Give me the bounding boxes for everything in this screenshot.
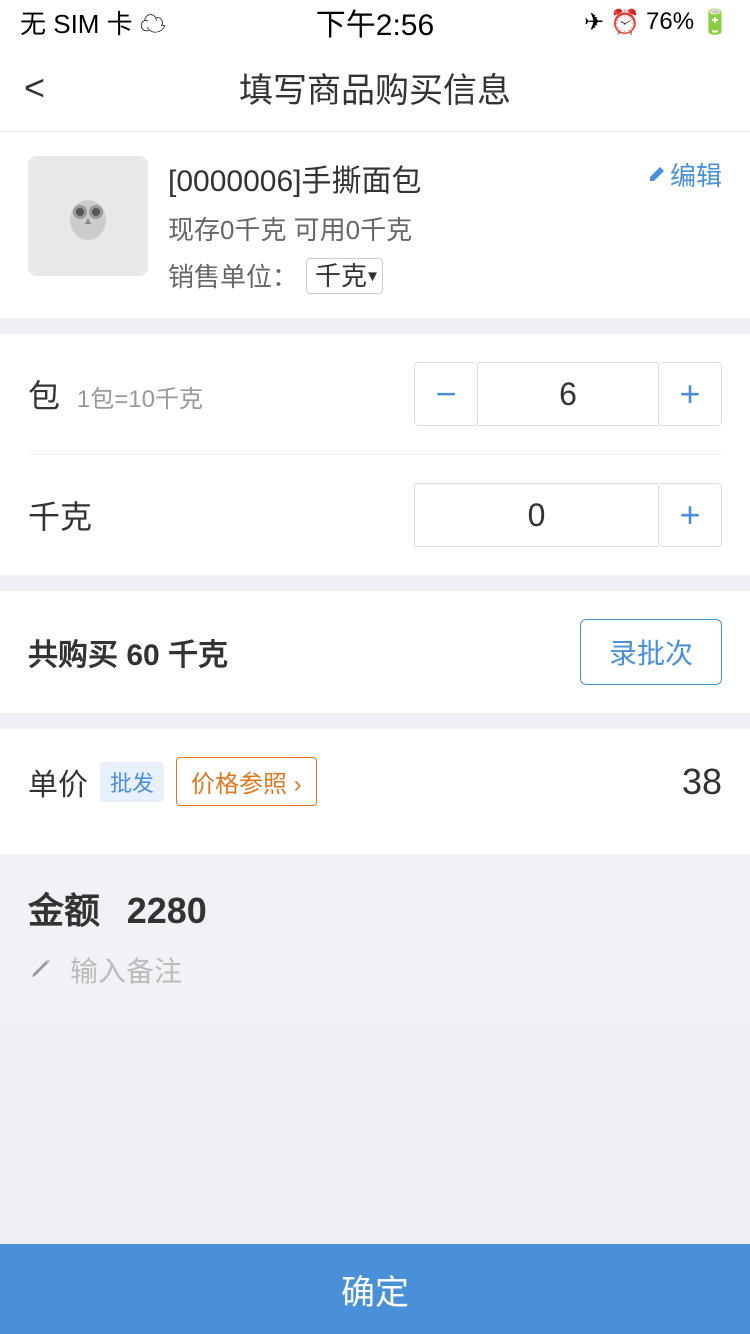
price-row: 单价 批发 价格参照 › 38 (28, 757, 722, 806)
product-stock: 现存0千克 可用0千克 (168, 210, 722, 247)
note-placeholder[interactable]: 输入备注 (70, 950, 182, 990)
nav-bar: < 填写商品购买信息 (0, 44, 750, 132)
quantity-row-kg: 千克 + (28, 455, 722, 575)
amount-value: 2280 (127, 890, 207, 931)
status-bar-time: 下午2:56 (316, 0, 434, 44)
page-title: 填写商品购买信息 (239, 63, 511, 112)
price-label-text: 单价 (28, 760, 88, 804)
price-tag-batch: 批发 (100, 762, 164, 802)
product-image (28, 156, 148, 276)
amount-section: 金额 2280 输入备注 (0, 854, 750, 1018)
note-row[interactable]: 输入备注 (28, 950, 722, 990)
price-section: 单价 批发 价格参照 › 38 (0, 729, 750, 854)
location-icon: ✈ (584, 8, 604, 37)
decrease-bao-button[interactable]: − (414, 362, 478, 426)
unit-label: 销售单位： (168, 257, 298, 294)
edit-icon (646, 165, 666, 185)
amount-label: 金额 2280 (28, 882, 722, 934)
product-card: [0000006]手撕面包 编辑 现存0千克 可用0千克 销售单位： 千克 (0, 132, 750, 318)
owl-logo-icon (58, 186, 118, 246)
increase-kg-button[interactable]: + (658, 483, 722, 547)
quantity-section: 包 1包=10千克 − + 千克 + (0, 334, 750, 575)
price-value: 38 (682, 761, 722, 803)
qty-controls-kg: + (414, 483, 722, 547)
price-ref-button[interactable]: 价格参照 › (176, 757, 317, 806)
total-section: 共购买 60 千克 录批次 (0, 591, 750, 713)
total-suffix: 千克 (168, 639, 228, 672)
product-name: [0000006]手撕面包 (168, 156, 421, 200)
no-sim-label: 无 SIM 卡 ☁ (20, 4, 166, 41)
batch-button[interactable]: 录批次 (580, 619, 722, 685)
battery-icon: 🔋 (700, 8, 730, 37)
qty-label-kg: 千克 (28, 492, 414, 538)
total-prefix: 共购买 (28, 639, 118, 672)
confirm-button[interactable]: 确定 (0, 1244, 750, 1334)
alarm-icon: ⏰ (610, 8, 640, 37)
note-pencil-icon (28, 955, 58, 985)
total-text: 共购买 60 千克 (28, 630, 228, 674)
product-info: [0000006]手撕面包 编辑 现存0千克 可用0千克 销售单位： 千克 (168, 156, 722, 294)
unit-select[interactable]: 千克 (306, 258, 383, 294)
status-bar-right: ✈ ⏰ 76% 🔋 (584, 8, 730, 37)
back-button[interactable]: < (24, 67, 45, 109)
status-bar-left: 无 SIM 卡 ☁ (20, 4, 166, 41)
qty-input-bao[interactable] (478, 362, 658, 426)
unit-select-wrapper[interactable]: 千克 (298, 258, 383, 294)
qty-sublabel-bao: 1包=10千克 (77, 386, 203, 413)
price-label: 单价 批发 价格参照 › (28, 757, 317, 806)
qty-controls-bao: − + (414, 362, 722, 426)
amount-label-text: 金额 (28, 890, 100, 931)
qty-input-kg[interactable] (414, 483, 658, 547)
total-amount: 60 (126, 639, 159, 672)
product-unit-row: 销售单位： 千克 (168, 257, 722, 294)
qty-label-bao: 包 1包=10千克 (28, 371, 414, 417)
status-bar: 无 SIM 卡 ☁ 下午2:56 ✈ ⏰ 76% 🔋 (0, 0, 750, 44)
quantity-row-bao: 包 1包=10千克 − + (28, 334, 722, 455)
increase-bao-button[interactable]: + (658, 362, 722, 426)
bottom-spacer (0, 1018, 750, 1108)
edit-button[interactable]: 编辑 (646, 156, 722, 193)
battery-label: 76% (646, 8, 694, 36)
